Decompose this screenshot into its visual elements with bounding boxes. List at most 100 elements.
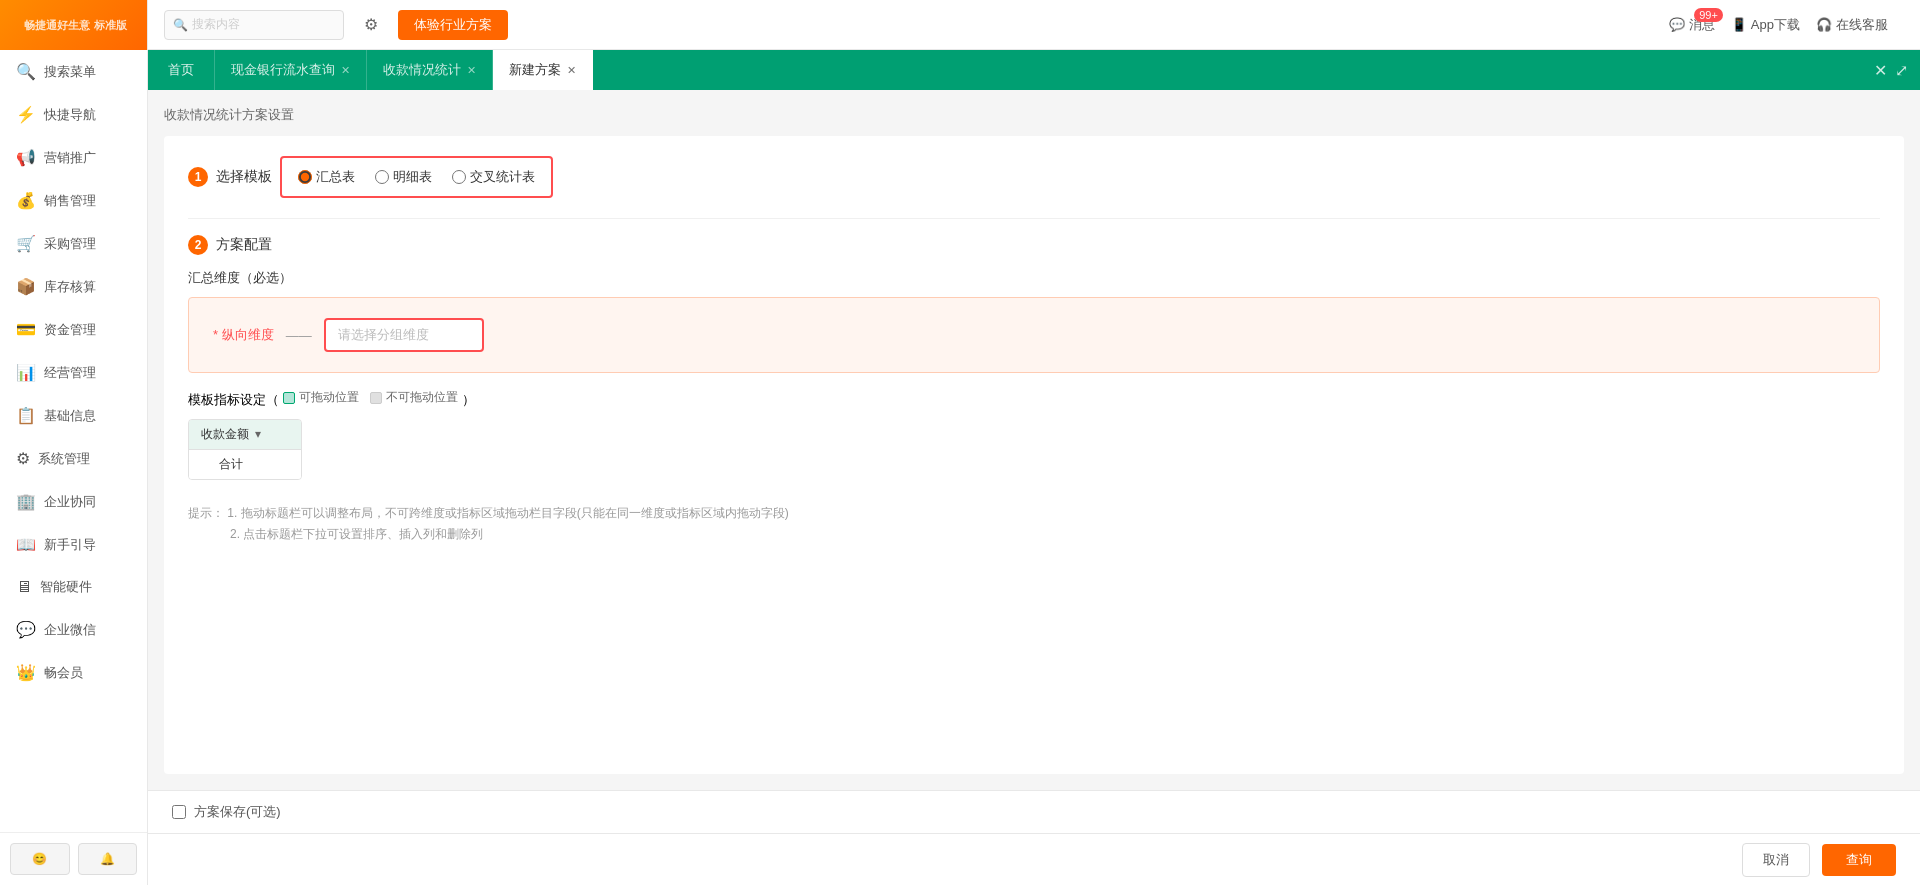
- tabbar-actions: ✕ ⤢: [1862, 50, 1920, 90]
- metrics-dropdown-icon[interactable]: ▾: [255, 427, 261, 441]
- sidebar-icon-8: 📋: [16, 406, 36, 425]
- dimension-area: * 纵向维度 —— 请选择分组维度: [188, 297, 1880, 373]
- step1-title: 选择模板: [216, 168, 272, 186]
- tab-close-3[interactable]: ✕: [567, 64, 576, 77]
- sidebar-item-7[interactable]: 📊经营管理: [0, 351, 147, 394]
- fixed-dot: [370, 392, 382, 404]
- radio-cross[interactable]: 交叉统计表: [452, 168, 535, 186]
- sidebar-item-11[interactable]: 📖新手引导: [0, 523, 147, 566]
- sidebar-label-12: 智能硬件: [40, 578, 92, 596]
- sidebar-item-4[interactable]: 🛒采购管理: [0, 222, 147, 265]
- maximize-icon[interactable]: ⤢: [1895, 61, 1908, 80]
- fixed-label: 不可拖动位置: [386, 389, 458, 406]
- tip-item-1: 提示： 1. 拖动标题栏可以调整布局，不可跨维度或指标区域拖动栏目字段(只能在同…: [188, 505, 1880, 522]
- topbar-search[interactable]: 🔍 搜索内容: [164, 10, 344, 40]
- sidebar-label-3: 销售管理: [44, 192, 96, 210]
- sidebar-item-2[interactable]: 📢营销推广: [0, 136, 147, 179]
- sidebar-item-1[interactable]: ⚡ 快捷导航: [0, 93, 147, 136]
- gear-icon[interactable]: ⚙: [356, 10, 386, 40]
- sidebar-item-8[interactable]: 📋 基础信息: [0, 394, 147, 437]
- search-placeholder: 搜索内容: [192, 16, 240, 33]
- vertical-dimension-label: * 纵向维度: [213, 326, 274, 344]
- message-icon: 💬: [1669, 17, 1685, 32]
- sidebar-icon-1: ⚡: [16, 105, 36, 124]
- breadcrumb: 收款情况统计方案设置: [164, 106, 1904, 124]
- sidebar-label-10: 企业协同: [44, 493, 96, 511]
- online-service-icon: 🎧: [1816, 17, 1832, 32]
- tab-label-0: 首页: [168, 61, 194, 79]
- movable-hint: 可拖动位置: [283, 389, 359, 406]
- step2-header: 2 方案配置: [188, 235, 1880, 255]
- sidebar-item-10[interactable]: 🏢企业协同: [0, 480, 147, 523]
- app-logo: 畅捷通好生意 标准版: [0, 0, 147, 50]
- tab-2[interactable]: 收款情况统计 ✕: [367, 50, 493, 90]
- metrics-table-header-label: 收款金额: [201, 426, 249, 443]
- metrics-section-title: 模板指标设定（ 可拖动位置 不可拖动位置 ）: [188, 389, 475, 409]
- sidebar-bottom-left[interactable]: 😊: [10, 843, 70, 875]
- online-service-btn[interactable]: 🎧 在线客服: [1816, 16, 1888, 34]
- sidebar-item-0[interactable]: 🔍 搜索菜单: [0, 50, 147, 93]
- cancel-button[interactable]: 取消: [1742, 843, 1810, 877]
- tab-close-1[interactable]: ✕: [341, 64, 350, 77]
- dimension-selector[interactable]: 请选择分组维度: [324, 318, 484, 352]
- radio-detail-input[interactable]: [375, 170, 389, 184]
- tab-close-2[interactable]: ✕: [467, 64, 476, 77]
- sidebar-label-6: 资金管理: [44, 321, 96, 339]
- template-selector: 汇总表 明细表 交叉统计表: [280, 156, 553, 198]
- save-checkbox[interactable]: [172, 805, 186, 819]
- sidebar-label-14: 畅会员: [44, 664, 83, 682]
- movable-dot: [283, 392, 295, 404]
- sidebar-item-6[interactable]: 💳资金管理: [0, 308, 147, 351]
- sidebar-icon-9: ⚙: [16, 449, 30, 468]
- radio-detail-label: 明细表: [393, 168, 432, 186]
- message-btn[interactable]: 💬 消息 99+: [1669, 16, 1715, 34]
- save-bar: 方案保存(可选): [148, 790, 1920, 833]
- badge-count: 99+: [1694, 8, 1723, 22]
- radio-summary-input[interactable]: [298, 170, 312, 184]
- app-download-btn[interactable]: 📱 App下载: [1731, 16, 1800, 34]
- step2-section: 2 方案配置 汇总维度（必选） * 纵向维度 —— 请选择分组维度: [188, 235, 1880, 557]
- tab-label-1: 现金银行流水查询: [231, 61, 335, 79]
- radio-summary[interactable]: 汇总表: [298, 168, 355, 186]
- radio-cross-input[interactable]: [452, 170, 466, 184]
- radio-detail[interactable]: 明细表: [375, 168, 432, 186]
- metrics-table-header[interactable]: 收款金额 ▾: [189, 420, 301, 450]
- main-card: 1 选择模板 汇总表 明细表: [164, 136, 1904, 774]
- sidebar-item-9[interactable]: ⚙系统管理: [0, 437, 147, 480]
- sidebar-label-8: 基础信息: [44, 407, 96, 425]
- sidebar-item-5[interactable]: 📦库存核算: [0, 265, 147, 308]
- dimension-placeholder: 请选择分组维度: [338, 326, 429, 344]
- metrics-section: 模板指标设定（ 可拖动位置 不可拖动位置 ）: [188, 389, 1880, 483]
- app-download-icon: 📱: [1731, 17, 1747, 32]
- footer-bar: 取消 查询: [148, 833, 1920, 885]
- sidebar-bottom-right[interactable]: 🔔: [78, 843, 138, 875]
- sidebar-item-13[interactable]: 💬企业微信: [0, 608, 147, 651]
- tab-1[interactable]: 现金银行流水查询 ✕: [215, 50, 367, 90]
- sidebar-icon-3: 💰: [16, 191, 36, 210]
- query-button[interactable]: 查询: [1822, 844, 1896, 876]
- industry-btn[interactable]: 体验行业方案: [398, 10, 508, 40]
- sidebar-item-3[interactable]: 💰 销售管理: [0, 179, 147, 222]
- tab-0[interactable]: 首页: [148, 50, 215, 90]
- save-label: 方案保存(可选): [194, 803, 281, 821]
- sidebar: 畅捷通好生意 标准版 🔍 搜索菜单 ⚡ 快捷导航 📢营销推广 💰 销售管理 🛒采购管理📦库存核…: [0, 0, 148, 885]
- sidebar-icon-0: 🔍: [16, 62, 36, 81]
- sidebar-label-1: 快捷导航: [44, 106, 96, 124]
- sidebar-item-12[interactable]: 🖥智能硬件: [0, 566, 147, 608]
- tips-section: 提示： 1. 拖动标题栏可以调整布局，不可跨维度或指标区域拖动栏目字段(只能在同…: [188, 495, 1880, 557]
- step1-header: 1 选择模板 汇总表 明细表: [188, 156, 1880, 198]
- step1-section: 1 选择模板 汇总表 明细表: [188, 156, 1880, 198]
- tab-label-3: 新建方案: [509, 61, 561, 79]
- tab-label-2: 收款情况统计: [383, 61, 461, 79]
- app-name: 畅捷通好生意: [24, 18, 90, 33]
- close-window-icon[interactable]: ✕: [1874, 61, 1887, 80]
- dimension-section-title: 汇总维度（必选）: [188, 269, 1880, 287]
- sidebar-icon-4: 🛒: [16, 234, 36, 253]
- step2-badge: 2: [188, 235, 208, 255]
- tab-3[interactable]: 新建方案 ✕: [493, 50, 593, 90]
- sidebar-label-0: 搜索菜单: [44, 63, 96, 81]
- radio-summary-label: 汇总表: [316, 168, 355, 186]
- sidebar-bottom: 😊 🔔: [0, 832, 147, 885]
- sidebar-item-14[interactable]: 👑畅会员: [0, 651, 147, 694]
- sidebar-icon-5: 📦: [16, 277, 36, 296]
